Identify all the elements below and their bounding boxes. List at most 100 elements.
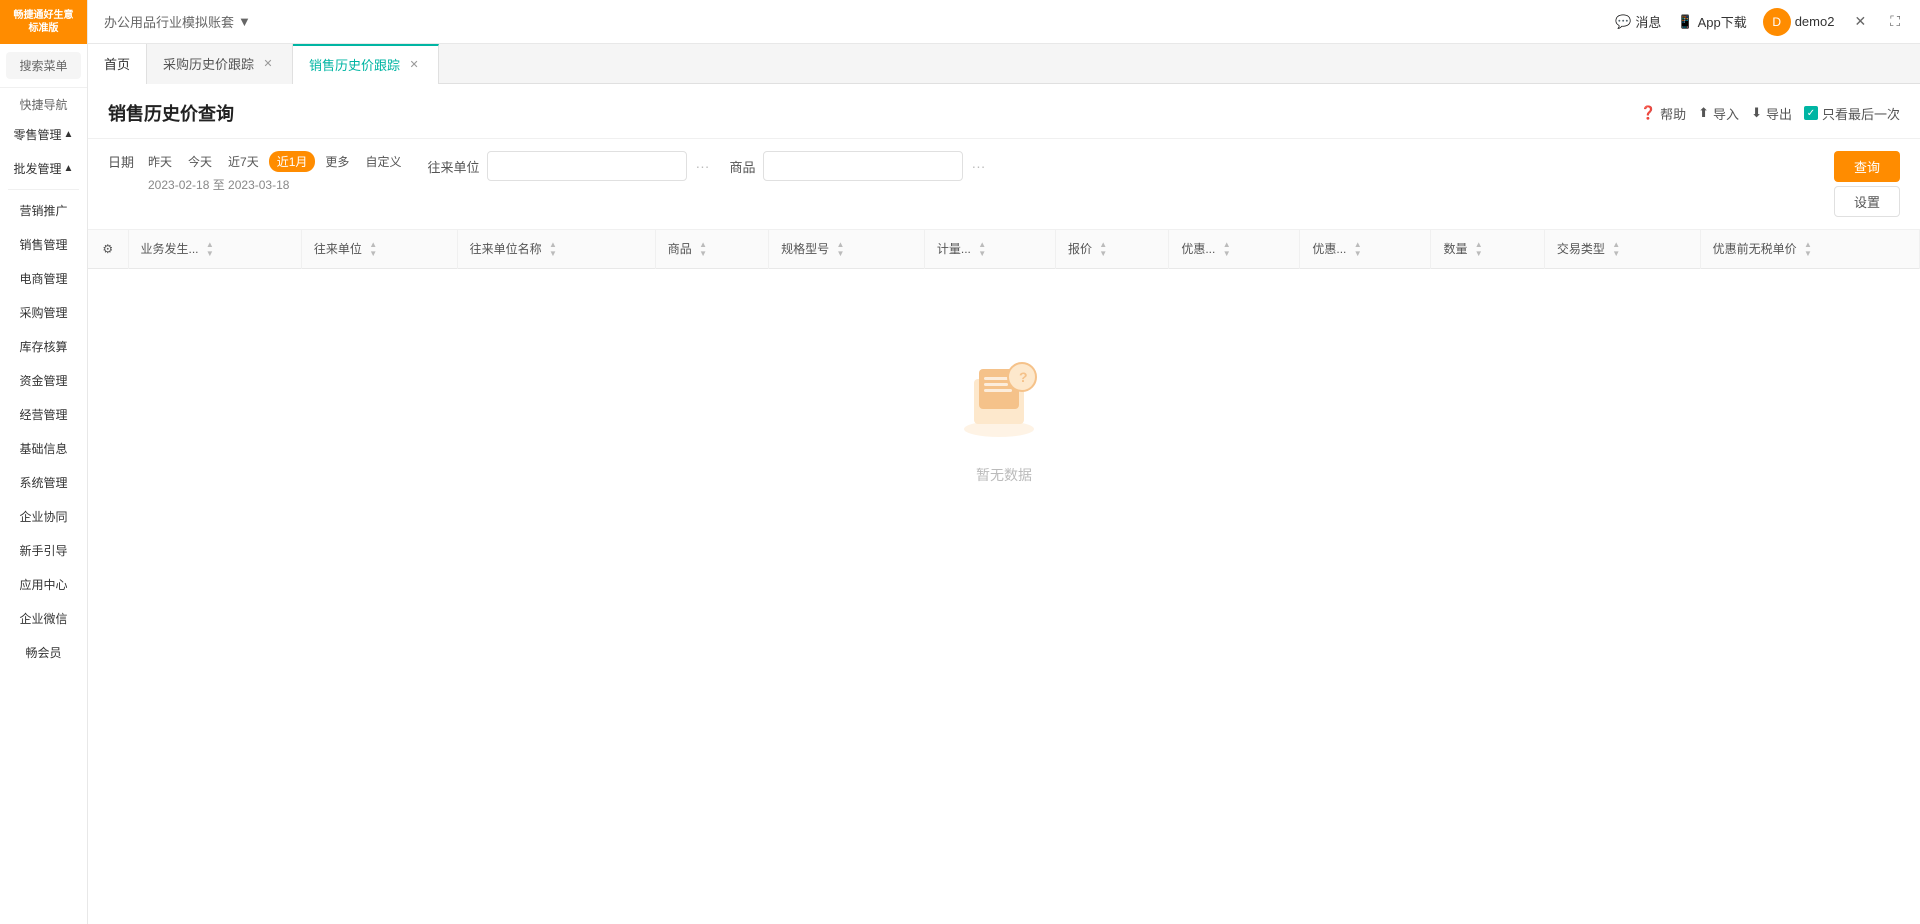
sidebar-item-finance[interactable]: 资金管理 — [4, 364, 83, 397]
table-header-row: ⚙ 业务发生... ▲▼ 往来单位 ▲▼ 往来单位名称 ▲▼ — [88, 230, 1920, 269]
sort-arrows-quoted-price[interactable]: ▲▼ — [1099, 241, 1107, 258]
header-right: 💬 消息 📱 App下载 D demo2 ✕ ⛶ — [1615, 8, 1904, 36]
app-download-label: App下载 — [1698, 12, 1747, 31]
sidebar-item-label: 电商管理 — [19, 270, 67, 287]
app-download-button[interactable]: 📱 App下载 — [1677, 12, 1746, 31]
th-counterparty-code-label: 往来单位 — [314, 242, 362, 256]
date-range-display: 2023-02-18 至 2023-03-18 — [148, 178, 289, 192]
sidebar-item-sales[interactable]: 销售管理 — [4, 228, 83, 261]
query-button[interactable]: 查询 — [1834, 151, 1900, 182]
app-logo: 畅捷通好生意标准版 — [0, 0, 87, 44]
sort-arrows-spec[interactable]: ▲▼ — [837, 241, 845, 258]
user-menu[interactable]: D demo2 — [1763, 8, 1835, 36]
sort-arrows-discount2[interactable]: ▲▼ — [1354, 241, 1362, 258]
sidebar-item-newbie[interactable]: 新手引导 — [4, 534, 83, 567]
tab-purchase-price[interactable]: 采购历史价跟踪 ✕ — [147, 44, 293, 84]
workspace-selector[interactable]: 办公用品行业模拟账套 ▼ — [104, 12, 251, 31]
th-spec: 规格型号 ▲▼ — [769, 230, 925, 269]
th-counterparty-name-label: 往来单位名称 — [470, 242, 542, 256]
import-button[interactable]: ⬆ 导入 — [1698, 104, 1739, 123]
top-header: 办公用品行业模拟账套 ▼ 💬 消息 📱 App下载 D demo2 ✕ ⛶ — [88, 0, 1920, 44]
sidebar-item-enterprise[interactable]: 企业协同 — [4, 500, 83, 533]
sidebar-item-purchase[interactable]: 采购管理 — [4, 296, 83, 329]
date-filter-group: 日期 昨天 今天 近7天 近1月 更多 自定义 2023-02-18 至 202… — [108, 151, 407, 193]
sidebar-item-label: 库存核算 — [19, 338, 67, 355]
date-btn-today[interactable]: 今天 — [182, 151, 218, 172]
th-biz-date-label: 业务发生... — [141, 242, 199, 256]
close-window-button[interactable]: ✕ — [1850, 9, 1870, 34]
th-quoted-price: 报价 ▲▼ — [1055, 230, 1168, 269]
sidebar-item-label: 销售管理 — [19, 236, 67, 253]
settings-icon[interactable]: ⚙ — [102, 242, 113, 256]
product-input[interactable] — [763, 151, 963, 181]
sidebar-item-wholesale[interactable]: 批发管理 ▲ — [4, 152, 83, 185]
search-menu-button[interactable]: 搜索菜单 — [6, 52, 81, 79]
date-btn-7days[interactable]: 近7天 — [222, 151, 265, 172]
import-icon: ⬆ — [1698, 105, 1709, 121]
checkbox-icon: ✓ — [1804, 106, 1818, 120]
filter-row: 日期 昨天 今天 近7天 近1月 更多 自定义 2023-02-18 至 202… — [108, 151, 1900, 217]
tab-sales-price[interactable]: 销售历史价跟踪 ✕ — [293, 44, 439, 84]
sort-arrows-counterparty-name[interactable]: ▲▼ — [549, 241, 557, 258]
settings-button[interactable]: 设置 — [1834, 186, 1900, 217]
page-actions: ❓ 帮助 ⬆ 导入 ⬇ 导出 ✓ 只看最后一次 — [1640, 104, 1900, 123]
sort-arrows-quantity[interactable]: ▲▼ — [1475, 241, 1483, 258]
sidebar-item-label: 采购管理 — [19, 304, 67, 321]
th-quoted-price-label: 报价 — [1068, 242, 1092, 256]
th-pre-discount-price: 优惠前无税单价 ▲▼ — [1700, 230, 1919, 269]
sidebar-item-appcenter[interactable]: 应用中心 — [4, 568, 83, 601]
export-button[interactable]: ⬇ 导出 — [1751, 104, 1792, 123]
show-last-only-checkbox[interactable]: ✓ 只看最后一次 — [1804, 104, 1900, 123]
sidebar-item-label: 经营管理 — [19, 406, 67, 423]
counterparty-filter-group: 往来单位 ··· — [427, 151, 709, 181]
sidebar-item-wechat[interactable]: 企业微信 — [4, 602, 83, 635]
download-icon: 📱 — [1677, 14, 1693, 30]
date-btn-more[interactable]: 更多 — [319, 151, 355, 172]
product-picker-button[interactable]: ··· — [971, 158, 985, 174]
sidebar-item-ecommerce[interactable]: 电商管理 — [4, 262, 83, 295]
sidebar-item-membership[interactable]: 畅会员 — [4, 636, 83, 669]
date-btn-1month[interactable]: 近1月 — [269, 151, 316, 172]
sidebar-item-marketing[interactable]: 营销推广 — [4, 194, 83, 227]
sidebar-item-system[interactable]: 系统管理 — [4, 466, 83, 499]
tab-home[interactable]: 首页 — [88, 44, 147, 84]
th-product-label: 商品 — [668, 242, 692, 256]
sidebar-item-label: 企业微信 — [19, 610, 67, 627]
sort-arrows-pre-discount-price[interactable]: ▲▼ — [1804, 241, 1812, 258]
th-counterparty-name: 往来单位名称 ▲▼ — [457, 230, 655, 269]
fullscreen-button[interactable]: ⛶ — [1886, 9, 1904, 34]
th-discount2: 优惠... ▲▼ — [1300, 230, 1431, 269]
sort-arrows-discount1[interactable]: ▲▼ — [1223, 241, 1231, 258]
sidebar-item-basic-info[interactable]: 基础信息 — [4, 432, 83, 465]
sort-arrows-counterparty-code[interactable]: ▲▼ — [369, 241, 377, 258]
help-icon: ❓ — [1640, 105, 1656, 121]
counterparty-label: 往来单位 — [427, 157, 479, 176]
th-trade-type-label: 交易类型 — [1557, 242, 1605, 256]
sidebar-item-retail[interactable]: 零售管理 ▲ — [4, 118, 83, 151]
sidebar-search-area: 搜索菜单 — [0, 44, 87, 88]
product-filter-group: 商品 ··· — [729, 151, 985, 181]
th-settings[interactable]: ⚙ — [88, 230, 128, 269]
sidebar-item-inventory[interactable]: 库存核算 — [4, 330, 83, 363]
sort-arrows-biz-date[interactable]: ▲▼ — [206, 241, 214, 258]
tab-sales-price-close[interactable]: ✕ — [406, 57, 422, 73]
sort-arrows-product[interactable]: ▲▼ — [699, 241, 707, 258]
sidebar-item-operations[interactable]: 经营管理 — [4, 398, 83, 431]
tab-purchase-price-close[interactable]: ✕ — [260, 56, 276, 72]
help-label: 帮助 — [1660, 104, 1686, 123]
counterparty-input[interactable] — [487, 151, 687, 181]
sort-arrows-trade-type[interactable]: ▲▼ — [1612, 241, 1620, 258]
sidebar-item-label: 基础信息 — [19, 440, 67, 457]
th-trade-type: 交易类型 ▲▼ — [1544, 230, 1700, 269]
date-btn-yesterday[interactable]: 昨天 — [142, 151, 178, 172]
show-last-only-label: 只看最后一次 — [1822, 104, 1900, 123]
avatar: D — [1763, 8, 1791, 36]
message-button[interactable]: 💬 消息 — [1615, 12, 1661, 31]
sort-arrows-unit[interactable]: ▲▼ — [978, 241, 986, 258]
expand-icon: ▲ — [64, 163, 74, 174]
filter-action-buttons: 查询 设置 — [1834, 151, 1900, 217]
date-btn-custom[interactable]: 自定义 — [359, 151, 407, 172]
th-quantity: 数量 ▲▼ — [1431, 230, 1544, 269]
counterparty-picker-button[interactable]: ··· — [695, 158, 709, 174]
help-button[interactable]: ❓ 帮助 — [1640, 104, 1686, 123]
